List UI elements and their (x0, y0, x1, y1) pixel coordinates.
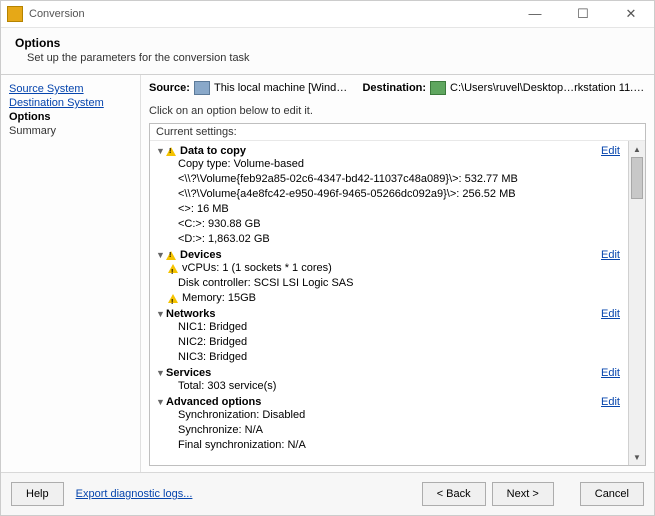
scroll-track[interactable] (629, 157, 645, 449)
sidebar-item-summary[interactable]: Summary (9, 125, 132, 137)
section-devices[interactable]: ▼ Devices Edit (156, 249, 624, 261)
current-settings-label: Current settings: (156, 126, 237, 138)
edit-link-networks[interactable]: Edit (601, 308, 620, 320)
nic3: NIC3: Bridged (178, 350, 624, 365)
vertical-scrollbar[interactable]: ▲ ▼ (628, 141, 645, 465)
vcpus: vCPUs: 1 (1 sockets * 1 cores) (168, 261, 624, 276)
section-title: Data to copy (180, 145, 601, 157)
settings-content: ▼ Data to copy Edit Copy type: Volume-ba… (150, 141, 628, 465)
cancel-button[interactable]: Cancel (580, 482, 644, 506)
settings-box: Current settings: ▼ Data to copy Edit Co… (149, 123, 646, 466)
volume-2: <\\?\Volume{a4e8fc42-e950-496f-9465-0526… (178, 187, 624, 202)
window-controls: — ☐ ✕ (518, 1, 648, 27)
edit-link-data[interactable]: Edit (601, 145, 620, 157)
warning-icon (166, 147, 176, 156)
warning-icon (166, 251, 176, 260)
source-label: Source: (149, 82, 190, 94)
conversion-window: Conversion — ☐ ✕ Options Set up the para… (0, 0, 655, 516)
body: Source System Destination System Options… (1, 75, 654, 472)
source-value: This local machine [Windows… (214, 82, 353, 94)
edit-link-services[interactable]: Edit (601, 367, 620, 379)
section-title: Services (166, 367, 601, 379)
settings-header: Current settings: (150, 124, 645, 141)
section-title: Devices (180, 249, 601, 261)
chevron-down-icon[interactable]: ▼ (156, 310, 166, 319)
destination-value: C:\Users\ruvel\Desktop…rkstation 11.x/12… (450, 82, 646, 94)
scroll-up-arrow[interactable]: ▲ (629, 141, 645, 157)
section-advanced[interactable]: ▼ Advanced options Edit (156, 396, 624, 408)
window-title: Conversion (29, 8, 518, 20)
copy-type: Copy type: Volume-based (178, 157, 624, 172)
sidebar-item-destination-system[interactable]: Destination System (9, 97, 132, 109)
next-button[interactable]: Next > (492, 482, 554, 506)
hint-text: Click on an option below to edit it. (149, 105, 646, 117)
disk-controller: Disk controller: SCSI LSI Logic SAS (178, 276, 624, 291)
volume-small: <>: 16 MB (178, 202, 624, 217)
section-data-to-copy[interactable]: ▼ Data to copy Edit (156, 145, 624, 157)
sidebar-item-options[interactable]: Options (9, 111, 132, 123)
vm-icon (430, 81, 446, 95)
chevron-down-icon[interactable]: ▼ (156, 398, 166, 407)
nic1: NIC1: Bridged (178, 320, 624, 335)
final-sync: Final synchronization: N/A (178, 438, 624, 453)
section-services[interactable]: ▼ Services Edit (156, 367, 624, 379)
section-networks[interactable]: ▼ Networks Edit (156, 308, 624, 320)
scroll-thumb[interactable] (631, 157, 643, 199)
synchronization: Synchronization: Disabled (178, 408, 624, 423)
titlebar: Conversion — ☐ ✕ (1, 1, 654, 28)
source-destination-row: Source: This local machine [Windows… Des… (149, 81, 646, 95)
export-logs-link[interactable]: Export diagnostic logs... (76, 488, 193, 500)
wizard-footer: Help Export diagnostic logs... < Back Ne… (1, 472, 654, 515)
edit-link-advanced[interactable]: Edit (601, 396, 620, 408)
page-subtitle: Set up the parameters for the conversion… (27, 52, 640, 64)
warning-icon (168, 294, 178, 303)
destination-label: Destination: (362, 82, 426, 94)
sidebar-item-source-system[interactable]: Source System (9, 83, 132, 95)
memory: Memory: 15GB (168, 291, 624, 306)
warning-icon (168, 264, 178, 273)
volume-d: <D:>: 1,863.02 GB (178, 232, 624, 247)
section-title: Advanced options (166, 396, 601, 408)
edit-link-devices[interactable]: Edit (601, 249, 620, 261)
help-button[interactable]: Help (11, 482, 64, 506)
wizard-header: Options Set up the parameters for the co… (1, 28, 654, 74)
app-icon (7, 6, 23, 22)
minimize-button[interactable]: — (518, 1, 552, 27)
volume-c: <C:>: 930.88 GB (178, 217, 624, 232)
close-button[interactable]: ✕ (614, 1, 648, 27)
back-button[interactable]: < Back (422, 482, 486, 506)
synchronize: Synchronize: N/A (178, 423, 624, 438)
section-title: Networks (166, 308, 601, 320)
chevron-down-icon[interactable]: ▼ (156, 369, 166, 378)
nic2: NIC2: Bridged (178, 335, 624, 350)
chevron-down-icon[interactable]: ▼ (156, 251, 166, 260)
chevron-down-icon[interactable]: ▼ (156, 147, 166, 156)
page-title: Options (15, 36, 640, 50)
maximize-button[interactable]: ☐ (566, 1, 600, 27)
volume-1: <\\?\Volume{feb92a85-02c6-4347-bd42-1103… (178, 172, 624, 187)
wizard-sidebar: Source System Destination System Options… (1, 75, 141, 472)
computer-icon (194, 81, 210, 95)
services-total: Total: 303 service(s) (178, 379, 624, 394)
scroll-down-arrow[interactable]: ▼ (629, 449, 645, 465)
main-panel: Source: This local machine [Windows… Des… (141, 75, 654, 472)
